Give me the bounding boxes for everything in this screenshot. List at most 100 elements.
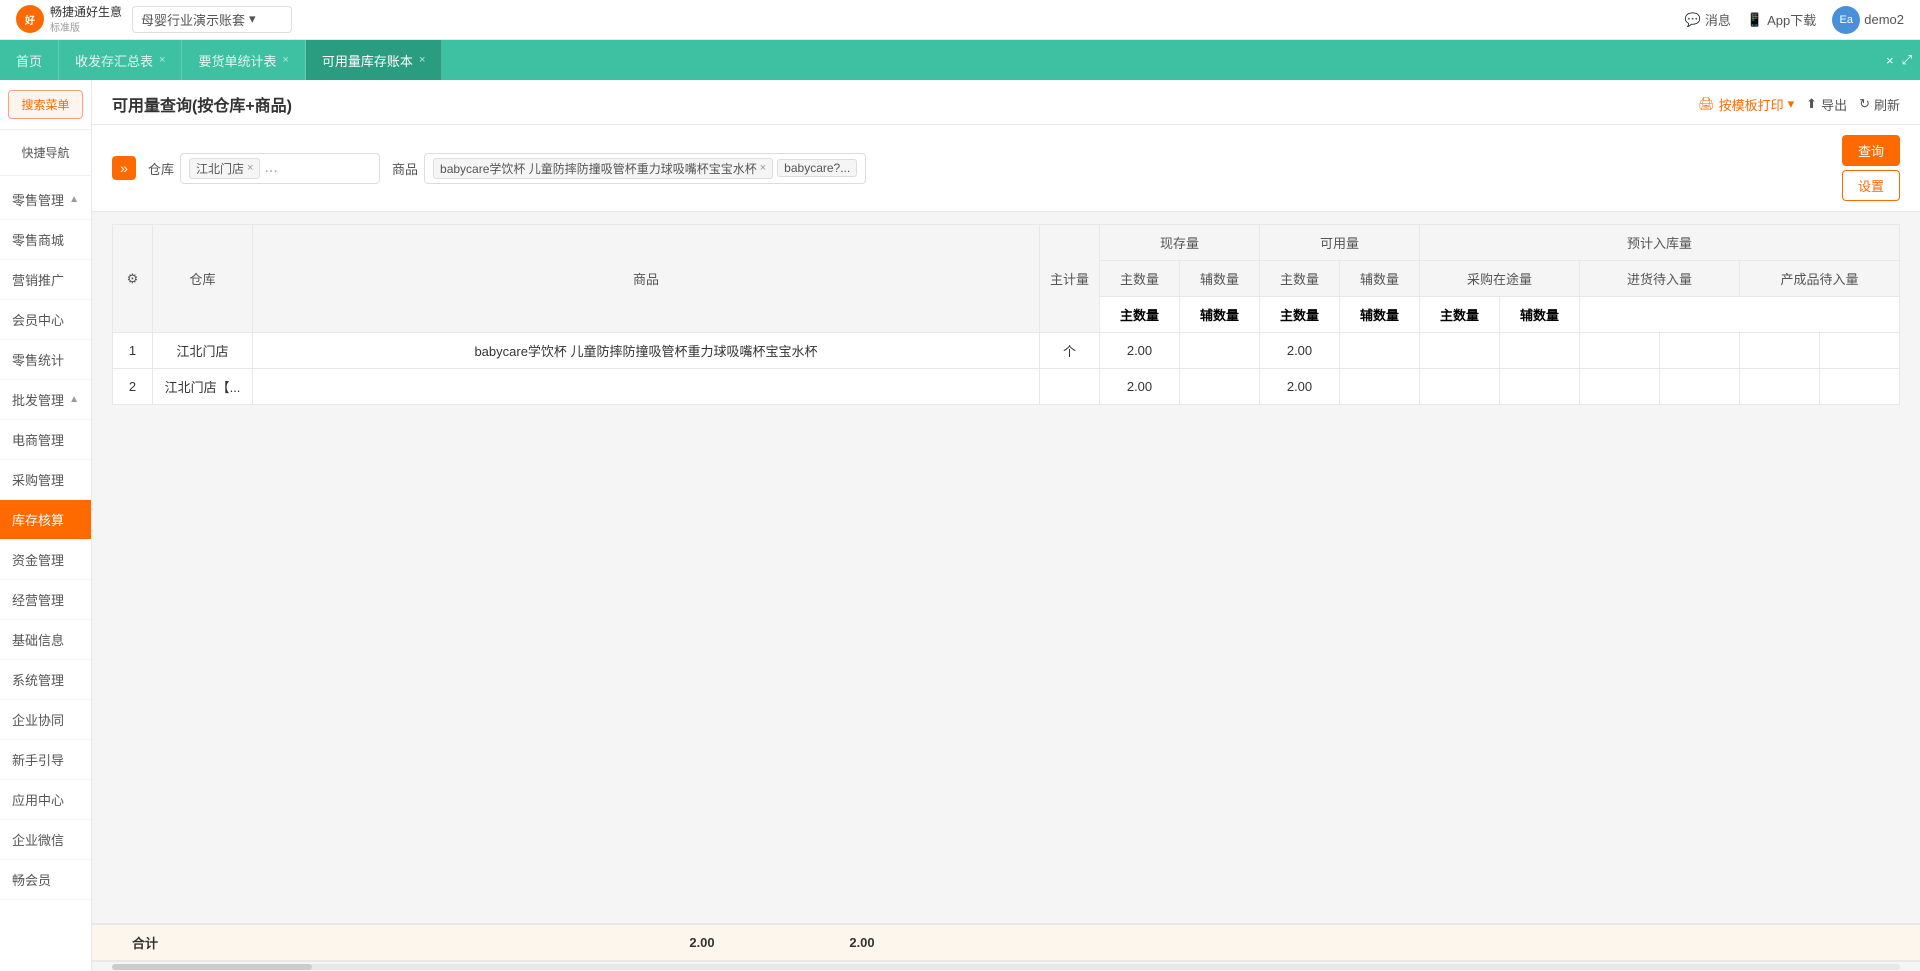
tab-available-stock-close[interactable]: × (419, 54, 425, 66)
product-tag-2: babycare?... (777, 159, 857, 177)
product-tag-1-text: babycare学饮杯 儿童防摔防撞吸管杯重力球吸嘴杯宝宝水杯 (440, 160, 757, 177)
sidebar-item-0[interactable]: 零售管理▲ (0, 180, 91, 220)
sidebar-item-10[interactable]: 经营管理 (0, 580, 91, 620)
warehouse-input[interactable]: 江北门店 × ... (180, 153, 380, 184)
export-button[interactable]: ⬆ 导出 (1806, 95, 1847, 114)
sidebar-item-label-14: 新手引导 (12, 750, 64, 769)
app-download-icon: 📱 (1747, 12, 1763, 28)
warehouse-tag: 江北门店 × (189, 158, 260, 179)
avatar-text: Ea (1840, 14, 1853, 26)
tab-order-stats-close[interactable]: × (282, 54, 288, 66)
sidebar-menu: 零售管理▲ 零售商城营销推广会员中心零售统计批发管理▲电商管理采购管理库存核算资金… (0, 176, 91, 904)
sidebar-item-label-1: 零售商城 (12, 230, 64, 249)
footer-stock-main: 2.00 (662, 935, 742, 950)
sidebar-item-label-4: 零售统计 (12, 350, 64, 369)
tab-available-stock-label: 可用量库存账本 (322, 51, 413, 70)
sidebar-item-17[interactable]: 畅会员 (0, 860, 91, 900)
row-warehouse-0: 江北门店 (153, 333, 253, 369)
sidebar-item-label-9: 资金管理 (12, 550, 64, 569)
quick-nav-button[interactable]: 快捷导航 (8, 138, 83, 167)
warehouse-tag-close[interactable]: × (247, 162, 253, 174)
row-purchase-aux-1 (1500, 369, 1580, 405)
sidebar-item-label-3: 会员中心 (12, 310, 64, 329)
query-button[interactable]: 查询 (1842, 135, 1900, 166)
sidebar-item-label-2: 营销推广 (12, 270, 64, 289)
row-no-1: 2 (113, 369, 153, 405)
product-input[interactable]: babycare学饮杯 儿童防摔防撞吸管杯重力球吸嘴杯宝宝水杯 × babyca… (424, 153, 866, 184)
expand-filter-icon: » (120, 160, 128, 176)
sidebar-item-2[interactable]: 营销推广 (0, 260, 91, 300)
row-avail-main-0: 2.00 (1260, 333, 1340, 369)
chevron-down-icon: ▾ (249, 11, 256, 27)
tab-receive-summary-label: 收发存汇总表 (75, 51, 153, 70)
sidebar-item-7[interactable]: 采购管理 (0, 460, 91, 500)
app-download-action[interactable]: 📱 App下载 (1747, 10, 1816, 29)
tab-receive-summary[interactable]: 收发存汇总表 × (59, 40, 182, 80)
sidebar-item-6[interactable]: 电商管理 (0, 420, 91, 460)
tab-order-stats[interactable]: 要货单统计表 × (182, 40, 305, 80)
user-action[interactable]: Ea demo2 (1832, 6, 1904, 34)
sidebar-item-16[interactable]: 企业微信 (0, 820, 91, 860)
settings-button[interactable]: 设置 (1842, 170, 1900, 201)
row-product-1 (253, 369, 1040, 405)
tab-home[interactable]: 首页 (0, 40, 59, 80)
col-header-avail-aux: 辅数量 (1340, 261, 1420, 297)
industry-selector[interactable]: 母婴行业演示账套 ▾ (132, 6, 292, 33)
sidebar-item-4[interactable]: 零售统计 (0, 340, 91, 380)
expand-icon[interactable]: ⤢ (1902, 52, 1912, 68)
gear-icon[interactable]: ⚙ (127, 271, 139, 286)
refresh-icon: ↻ (1859, 96, 1870, 112)
horizontal-scrollbar[interactable] (92, 961, 1920, 971)
col-header-unit: 主计量 (1040, 225, 1100, 333)
logo-area: 好 畅捷通好生意 标准版 (16, 5, 122, 34)
close-all-icon[interactable]: × (1886, 53, 1894, 68)
sidebar-item-5[interactable]: 批发管理▲ (0, 380, 91, 420)
sidebar-item-14[interactable]: 新手引导 (0, 740, 91, 780)
sidebar-item-1[interactable]: 零售商城 (0, 220, 91, 260)
app-download-label: App下载 (1767, 10, 1816, 29)
footer-avail-main: 2.00 (822, 935, 902, 950)
user-label: demo2 (1864, 12, 1904, 27)
tab-available-stock[interactable]: 可用量库存账本 × (306, 40, 442, 80)
tab-order-stats-label: 要货单统计表 (198, 51, 276, 70)
sidebar-item-13[interactable]: 企业协同 (0, 700, 91, 740)
row-warehouse-1: 江北门店【... (153, 369, 253, 405)
col-header-stock-aux: 辅数量 (1180, 261, 1260, 297)
arrow-icon-5: ▲ (69, 394, 79, 405)
sidebar-item-3[interactable]: 会员中心 (0, 300, 91, 340)
refresh-button[interactable]: ↻ 刷新 (1859, 95, 1900, 114)
search-menu-button[interactable]: 搜索菜单 (8, 90, 83, 119)
col-header-pw-main: 主数量 (1260, 297, 1340, 333)
warehouse-dots[interactable]: ... (264, 159, 277, 177)
industry-selector-label: 母婴行业演示账套 (141, 10, 245, 29)
row-no-0: 1 (113, 333, 153, 369)
row-product-0: babycare学饮杯 儿童防摔防撞吸管杯重力球吸嘴杯宝宝水杯 (253, 333, 1040, 369)
sidebar-item-11[interactable]: 基础信息 (0, 620, 91, 660)
col-header-prod-aux: 辅数量 (1500, 297, 1580, 333)
row-purchase-main-0 (1420, 333, 1500, 369)
row-avail-aux-1 (1340, 369, 1420, 405)
sidebar-search-section: 搜索菜单 (0, 80, 91, 130)
sidebar-item-8[interactable]: 库存核算 (0, 500, 91, 540)
sidebar-item-12[interactable]: 系统管理 (0, 660, 91, 700)
product-tag-1-close[interactable]: × (760, 162, 766, 174)
col-header-available: 可用量 (1260, 225, 1420, 261)
sidebar-item-9[interactable]: 资金管理 (0, 540, 91, 580)
message-action[interactable]: 💬 消息 (1685, 10, 1731, 29)
tab-receive-summary-close[interactable]: × (159, 54, 165, 66)
top-bar-right: 💬 消息 📱 App下载 Ea demo2 (1685, 6, 1904, 34)
filter-expand-button[interactable]: » (112, 156, 136, 180)
row-avail-aux-0 (1340, 333, 1420, 369)
warehouse-filter-group: 仓库 江北门店 × ... (148, 153, 380, 184)
scroll-track (112, 964, 1900, 970)
col-header-stock-main: 主数量 (1100, 261, 1180, 297)
logo-text-block: 畅捷通好生意 标准版 (50, 5, 122, 34)
logo-icon: 好 (16, 5, 44, 33)
print-button[interactable]: 🖨 按模板打印 ▾ (1698, 95, 1794, 114)
sidebar-item-label-15: 应用中心 (12, 790, 64, 809)
sidebar-item-15[interactable]: 应用中心 (0, 780, 91, 820)
warehouse-tag-text: 江北门店 (196, 160, 244, 177)
scroll-thumb[interactable] (112, 964, 312, 970)
filter-bar: » 仓库 江北门店 × ... 商品 babycare学饮杯 儿童防摔防撞吸管杯… (92, 125, 1920, 212)
sidebar-item-label-10: 经营管理 (12, 590, 64, 609)
